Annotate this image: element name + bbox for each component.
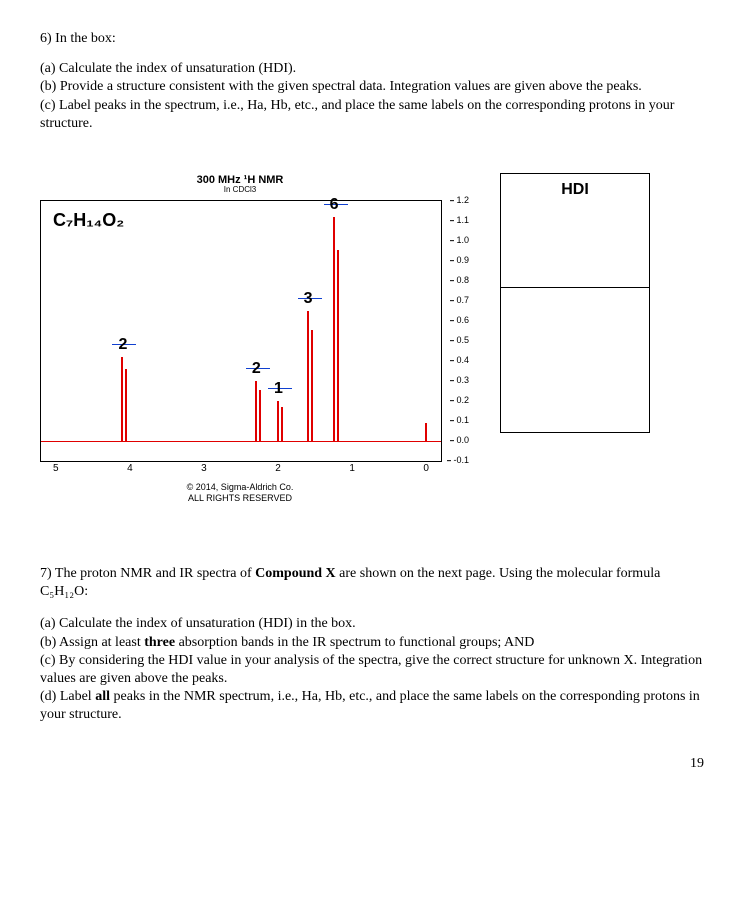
ytick: 0.9	[456, 255, 469, 267]
integration-label: 1	[274, 379, 283, 400]
q6-c: (c) Label peaks in the spectrum, i.e., H…	[40, 97, 704, 133]
q7-a: (a) Calculate the index of unsaturation …	[40, 615, 704, 633]
ytick: 0.6	[456, 315, 469, 327]
ytick: 0.4	[456, 355, 469, 367]
peak	[259, 390, 261, 441]
xtick: 4	[127, 462, 133, 475]
q6-a: (a) Calculate the index of unsaturation …	[40, 60, 704, 78]
q7-d: (d) Label all peaks in the NMR spectrum,…	[40, 688, 704, 724]
q7-intro: 7) The proton NMR and IR spectra of Comp…	[40, 565, 704, 601]
integration-label: 3	[304, 289, 313, 310]
peak	[337, 250, 339, 440]
ytick: 0.1	[456, 415, 469, 427]
xtick: 5	[53, 462, 59, 475]
q7-c: (c) By considering the HDI value in your…	[40, 652, 704, 688]
copyright-line1: © 2014, Sigma-Aldrich Co.	[0, 482, 480, 494]
hdi-boxes: HDI	[500, 173, 650, 433]
copyright: © 2014, Sigma-Aldrich Co. ALL RIGHTS RES…	[0, 482, 480, 505]
peak	[121, 357, 123, 441]
q7-compound: Compound X	[255, 566, 336, 581]
xtick: 3	[201, 462, 207, 475]
peak	[311, 330, 313, 441]
q6-b: (b) Provide a structure consistent with …	[40, 78, 704, 96]
hdi-box-bottom	[500, 288, 650, 433]
formula-label: C₇H₁₄O₂	[53, 209, 124, 232]
peak	[281, 407, 283, 441]
page-number: 19	[40, 755, 704, 773]
ytick: 1.0	[456, 235, 469, 247]
chart-subtitle: In CDCl3	[0, 185, 480, 195]
ytick: 1.2	[456, 195, 469, 207]
copyright-line2: ALL RIGHTS RESERVED	[0, 493, 480, 505]
integration-label: 2	[118, 335, 127, 356]
ytick: 0.2	[456, 395, 469, 407]
peak	[333, 217, 335, 441]
q7-d-a: (d) Label	[40, 689, 95, 704]
q7-d-all: all	[95, 689, 110, 704]
ytick: 0.5	[456, 335, 469, 347]
xtick: 2	[275, 462, 281, 475]
plot-area: C₇H₁₄O₂ 1.21.11.00.90.80.70.60.50.40.30.…	[40, 200, 442, 462]
hdi-box-top: HDI	[500, 173, 650, 288]
q7-b-three: three	[144, 635, 175, 650]
ytick: 0.8	[456, 275, 469, 287]
ytick: -0.1	[453, 455, 469, 467]
peak	[425, 423, 427, 441]
q7-d-b: peaks in the NMR spectrum, i.e., Ha, Hb,…	[40, 689, 700, 722]
hdi-label: HDI	[561, 181, 589, 198]
peak	[277, 401, 279, 441]
ytick: 0.7	[456, 295, 469, 307]
integration-label: 6	[330, 195, 339, 216]
q7-intro-a: 7) The proton NMR and IR spectra of	[40, 566, 255, 581]
q6-parts: (a) Calculate the index of unsaturation …	[40, 60, 704, 133]
peak	[125, 369, 127, 440]
peak	[307, 311, 309, 441]
ytick: 1.1	[456, 215, 469, 227]
q7-b: (b) Assign at least three absorption ban…	[40, 634, 704, 652]
nmr-chart: 300 MHz ¹H NMR In CDCl3 C₇H₁₄O₂ 1.21.11.…	[40, 173, 480, 505]
baseline	[41, 441, 441, 442]
integration-label: 2	[252, 359, 261, 380]
xtick: 1	[349, 462, 355, 475]
peak	[255, 381, 257, 441]
q7-b-a: (b) Assign at least	[40, 635, 144, 650]
ytick: 0.0	[456, 435, 469, 447]
xtick: 0	[423, 462, 429, 475]
q6-header: 6) In the box:	[40, 30, 704, 48]
chart-and-hdi-row: 300 MHz ¹H NMR In CDCl3 C₇H₁₄O₂ 1.21.11.…	[40, 173, 704, 505]
q7-b-b: absorption bands in the IR spectrum to f…	[175, 635, 534, 650]
ytick: 0.3	[456, 375, 469, 387]
